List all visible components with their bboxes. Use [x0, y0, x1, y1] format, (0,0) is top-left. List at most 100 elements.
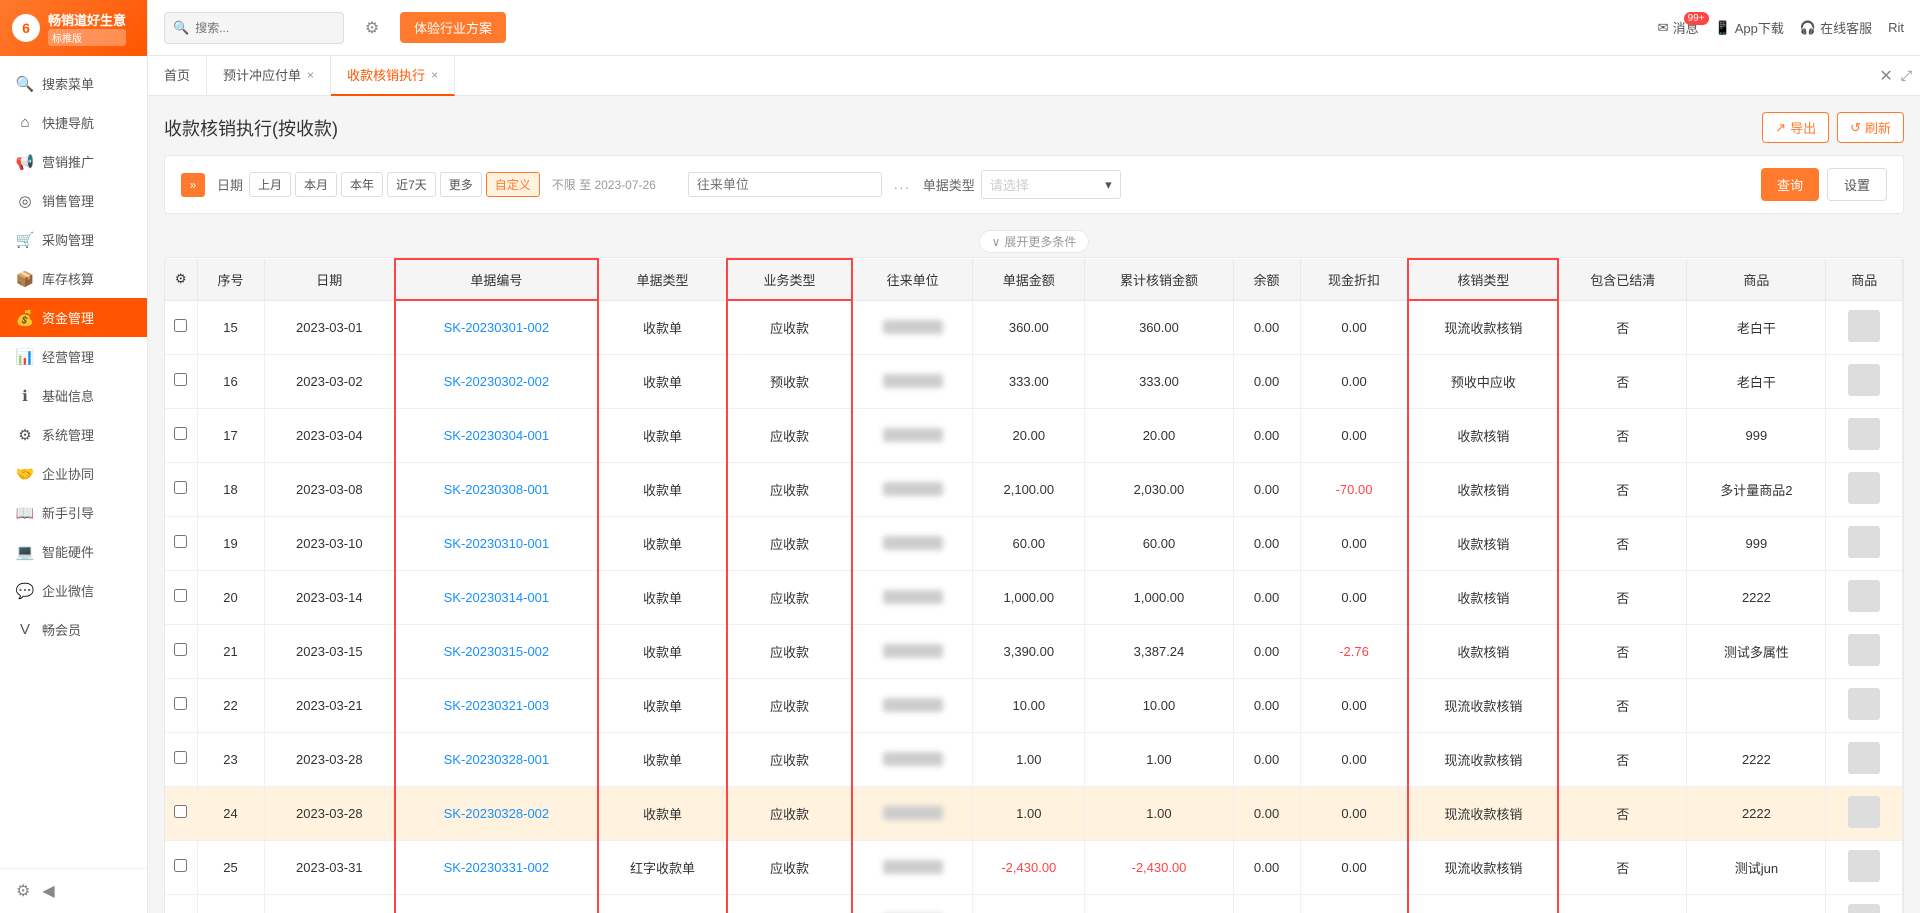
export-icon: ↗ — [1775, 120, 1786, 136]
doc-no-link[interactable]: SK-20230304-001 — [444, 428, 550, 443]
tabbar-close-all[interactable]: ✕ — [1879, 66, 1892, 86]
gear-icon[interactable]: ⚙ — [356, 12, 388, 44]
sidebar-item-finance[interactable]: 💰资金管理 — [0, 298, 147, 337]
td-checkbox[interactable] — [165, 624, 197, 678]
td-checkbox[interactable] — [165, 462, 197, 516]
expand-more-button[interactable]: ∨ 展开更多条件 — [979, 230, 1090, 253]
tab-collection-close[interactable]: × — [431, 68, 438, 82]
collapse-icon[interactable]: ◀ — [42, 881, 54, 901]
table-scroll[interactable]: ⚙ 序号 日期 单据编号 单据类型 业务类型 往来单位 单据金额 累计核销金额 … — [165, 258, 1903, 913]
row-checkbox[interactable] — [174, 859, 187, 872]
btn-more[interactable]: 更多 — [440, 172, 482, 197]
btn-this-year[interactable]: 本年 — [341, 172, 383, 197]
row-checkbox[interactable] — [174, 481, 187, 494]
td-seq: 24 — [197, 786, 264, 840]
refresh-button[interactable]: ↺ 刷新 — [1837, 112, 1904, 143]
row-checkbox[interactable] — [174, 643, 187, 656]
doc-no-link[interactable]: SK-20230301-002 — [444, 320, 550, 335]
sidebar-item-basic[interactable]: ℹ基础信息 — [0, 376, 147, 415]
doc-no-link[interactable]: SK-20230302-002 — [444, 374, 550, 389]
partner-blurred — [883, 590, 943, 604]
td-checkbox[interactable] — [165, 732, 197, 786]
tab-collection[interactable]: 收款核销执行 × — [331, 56, 455, 96]
sidebar-item-purchase[interactable]: 🛒采购管理 — [0, 220, 147, 259]
row-checkbox[interactable] — [174, 535, 187, 548]
td-checkbox[interactable] — [165, 786, 197, 840]
doc-no-link[interactable]: SK-20230331-002 — [444, 860, 550, 875]
row-checkbox[interactable] — [174, 373, 187, 386]
th-doc-no: 单据编号 — [395, 259, 598, 300]
row-checkbox[interactable] — [174, 319, 187, 332]
td-goods2 — [1826, 894, 1903, 913]
td-partner — [852, 840, 973, 894]
td-checkbox[interactable] — [165, 354, 197, 408]
doc-no-link[interactable]: SK-20230328-002 — [444, 806, 550, 821]
online-service-link[interactable]: 🎧 在线客服 — [1800, 18, 1872, 37]
td-date: 2023-03-08 — [264, 462, 395, 516]
search-input[interactable] — [195, 21, 335, 35]
filter-expand-button[interactable]: » — [181, 173, 205, 197]
sidebar-item-marketing[interactable]: 📢营销推广 — [0, 142, 147, 181]
sidebar-item-enterprise[interactable]: 🤝企业协同 — [0, 454, 147, 493]
data-table: ⚙ 序号 日期 单据编号 单据类型 业务类型 往来单位 单据金额 累计核销金额 … — [165, 258, 1903, 913]
purchase-icon: 🛒 — [16, 231, 34, 249]
btn-custom[interactable]: 自定义 — [486, 172, 540, 197]
tab-home[interactable]: 首页 — [148, 56, 207, 96]
app-download-link[interactable]: 📱 App下载 — [1715, 18, 1784, 37]
row-checkbox[interactable] — [174, 697, 187, 710]
type-select[interactable]: 请选择 ▾ — [981, 170, 1121, 199]
sidebar-item-operations[interactable]: 📊经营管理 — [0, 337, 147, 376]
sidebar-item-guide[interactable]: 📖新手引导 — [0, 493, 147, 532]
td-checkbox[interactable] — [165, 300, 197, 354]
btn-this-month[interactable]: 本月 — [295, 172, 337, 197]
sidebar-item-wechat[interactable]: 💬企业微信 — [0, 571, 147, 610]
row-checkbox[interactable] — [174, 589, 187, 602]
message-link[interactable]: ✉ 消息 99+ — [1658, 18, 1699, 37]
settings-icon[interactable]: ⚙ — [16, 881, 30, 901]
doc-no-link[interactable]: SK-20230310-001 — [444, 536, 550, 551]
tabbar-expand[interactable]: ⤢ — [1901, 67, 1912, 84]
tab-payable-close[interactable]: × — [307, 68, 314, 82]
sidebar-menu: 🔍搜索菜单⌂快捷导航📢营销推广◎销售管理🛒采购管理📦库存核算💰资金管理📊经营管理… — [0, 56, 147, 868]
doc-no-link[interactable]: SK-20230314-001 — [444, 590, 550, 605]
row-checkbox[interactable] — [174, 805, 187, 818]
td-goods: 2222 — [1687, 786, 1826, 840]
export-button[interactable]: ↗ 导出 — [1762, 112, 1829, 143]
doc-no-link[interactable]: SK-20230315-002 — [444, 644, 550, 659]
doc-no-link[interactable]: SK-20230328-001 — [444, 752, 550, 767]
sidebar-item-shortcuts[interactable]: ⌂快捷导航 — [0, 103, 147, 142]
sidebar-item-member[interactable]: V畅会员 — [0, 610, 147, 649]
row-checkbox[interactable] — [174, 751, 187, 764]
top-search[interactable]: 🔍 — [164, 12, 344, 44]
sidebar-label-marketing: 营销推广 — [42, 152, 94, 171]
td-balance: 0.00 — [1233, 624, 1300, 678]
td-amount: 3,390.00 — [973, 624, 1085, 678]
user-name[interactable]: Rit — [1888, 20, 1904, 35]
td-checkbox[interactable] — [165, 408, 197, 462]
th-gear[interactable]: ⚙ — [165, 259, 197, 300]
sidebar-item-sales[interactable]: ◎销售管理 — [0, 181, 147, 220]
td-balance: 0.00 — [1233, 516, 1300, 570]
unit-input[interactable] — [688, 172, 882, 197]
btn-last-month[interactable]: 上月 — [249, 172, 291, 197]
settings-button[interactable]: 设置 — [1827, 168, 1887, 201]
sidebar-item-inventory[interactable]: 📦库存核算 — [0, 259, 147, 298]
doc-no-link[interactable]: SK-20230308-001 — [444, 482, 550, 497]
sidebar-item-hardware[interactable]: 💻智能硬件 — [0, 532, 147, 571]
td-biz-type: 应收款 — [727, 300, 852, 354]
sidebar-item-search[interactable]: 🔍搜索菜单 — [0, 64, 147, 103]
enterprise-icon: 🤝 — [16, 465, 34, 483]
tab-payable[interactable]: 预计冲应付单 × — [207, 56, 331, 96]
doc-no-link[interactable]: SK-20230321-003 — [444, 698, 550, 713]
solution-button[interactable]: 体验行业方案 — [400, 12, 506, 43]
row-checkbox[interactable] — [174, 427, 187, 440]
btn-last-7days[interactable]: 近7天 — [387, 172, 436, 197]
td-checkbox[interactable] — [165, 840, 197, 894]
query-button[interactable]: 查询 — [1761, 168, 1819, 201]
td-checkbox[interactable] — [165, 678, 197, 732]
td-checkbox[interactable] — [165, 894, 197, 913]
sidebar-item-system[interactable]: ⚙系统管理 — [0, 415, 147, 454]
td-checkbox[interactable] — [165, 570, 197, 624]
td-checkbox[interactable] — [165, 516, 197, 570]
td-balance: 0.00 — [1233, 894, 1300, 913]
